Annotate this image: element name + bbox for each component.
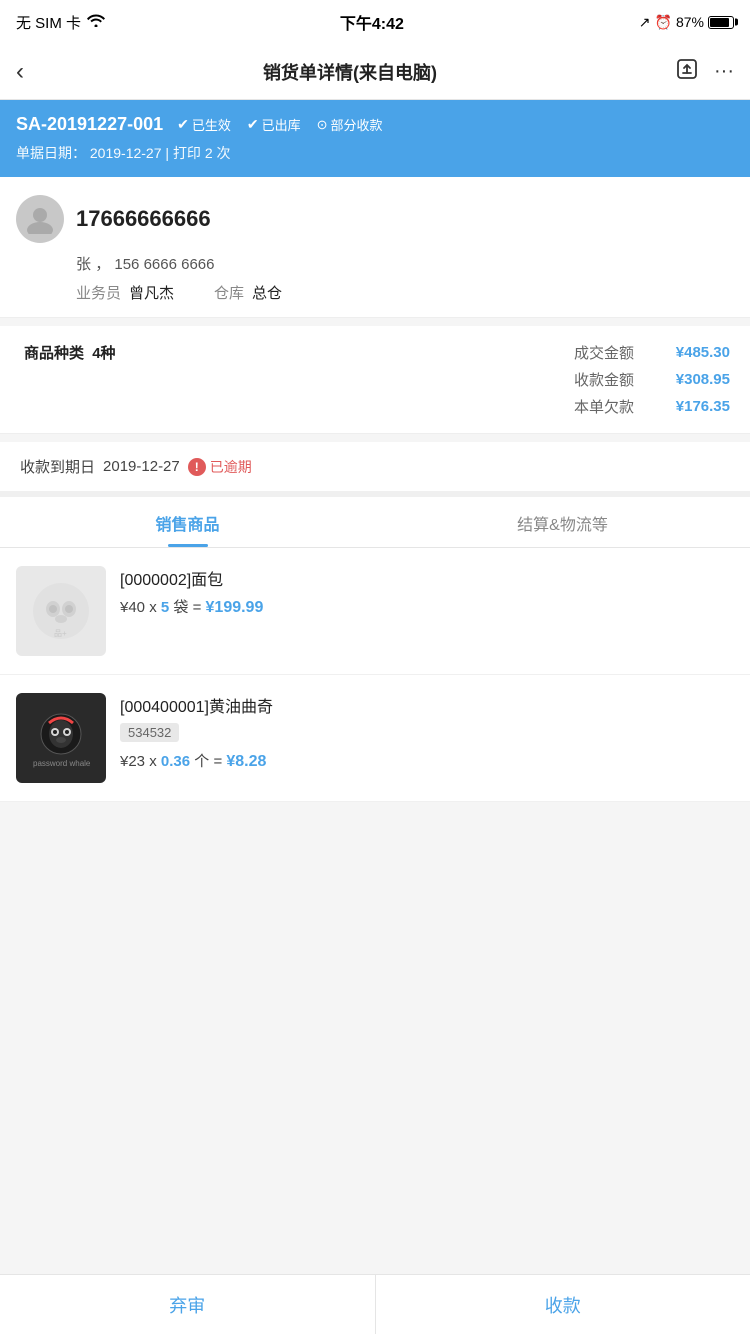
customer-section: 17666666666 张 ， 156 6666 6666 业务员 曾凡杰 仓库… xyxy=(0,177,750,318)
bottom-bar: 弃审 收款 xyxy=(0,1274,750,1334)
overdue-text: 已逾期 xyxy=(210,457,252,477)
tab-products[interactable]: 销售商品 xyxy=(0,497,375,547)
transaction-amount-row: 成交金额 ¥485.30 xyxy=(574,342,730,363)
product-info-2: [000400001]黄油曲奇 534532 ¥23 x 0.36 个 = ¥8… xyxy=(120,693,734,771)
more-button[interactable]: ··· xyxy=(714,60,734,83)
location-icon: ↗ xyxy=(639,14,651,31)
status-shipped: ✔ 已出库 xyxy=(247,115,301,134)
tabs-bar: 销售商品 结算&物流等 xyxy=(0,497,750,548)
svg-text:品+: 品+ xyxy=(54,629,67,638)
warehouse: 仓库 总仓 xyxy=(214,282,282,303)
nav-bar: ‹ 销货单详情(来自电脑) ··· xyxy=(0,44,750,100)
confirm-button[interactable]: 收款 xyxy=(376,1275,750,1334)
order-date-info: 单据日期： 2019-12-27 | 打印 2 次 xyxy=(16,143,734,163)
product-sku-badge: 534532 xyxy=(120,723,179,742)
product-name-2: [000400001]黄油曲奇 xyxy=(120,693,734,717)
list-item: 品+ [0000002]面包 ¥40 x 5 袋 = ¥199.99 xyxy=(0,548,750,675)
avatar xyxy=(16,195,64,243)
product-list: 品+ [0000002]面包 ¥40 x 5 袋 = ¥199.99 xyxy=(0,548,750,802)
cancel-button[interactable]: 弃审 xyxy=(0,1275,376,1334)
product-thumbnail-1: 品+ xyxy=(16,566,106,656)
share-button[interactable] xyxy=(676,58,698,86)
status-partial-paid: ⊙ 部分收款 xyxy=(317,115,383,134)
tab-settlement[interactable]: 结算&物流等 xyxy=(375,497,750,547)
order-id: SA-20191227-001 xyxy=(16,114,163,135)
customer-top: 17666666666 xyxy=(16,195,734,243)
product-price-row-1: ¥40 x 5 袋 = ¥199.99 xyxy=(120,596,734,617)
product-info-1: [0000002]面包 ¥40 x 5 袋 = ¥199.99 xyxy=(120,566,734,617)
customer-meta: 业务员 曾凡杰 仓库 总仓 xyxy=(16,282,734,303)
overdue-dot-icon: ! xyxy=(188,458,206,476)
status-effective: ✔ 已生效 xyxy=(177,115,231,134)
sales-person: 业务员 曾凡杰 xyxy=(76,282,174,303)
status-right: ↗ ⏰ 87% xyxy=(639,14,734,31)
customer-info: 张 ， 156 6666 6666 xyxy=(16,253,734,274)
amount-stats: 成交金额 ¥485.30 收款金额 ¥308.95 本单欠款 ¥176.35 xyxy=(574,342,730,417)
received-amount-row: 收款金额 ¥308.95 xyxy=(574,369,730,390)
page-title: 销货单详情(来自电脑) xyxy=(263,59,437,85)
product-thumbnail-2: password whale xyxy=(16,693,106,783)
status-time: 下午4:42 xyxy=(340,10,404,34)
carrier-label: 无 SIM 卡 xyxy=(16,12,81,33)
due-date-section: 收款到期日 2019-12-27 ! 已逾期 xyxy=(0,442,750,497)
wifi-icon xyxy=(87,13,105,31)
stats-section: 商品种类 4种 成交金额 ¥485.30 收款金额 ¥308.95 本单欠款 ¥… xyxy=(0,326,750,434)
svg-text:password whale: password whale xyxy=(33,759,91,768)
battery-icon xyxy=(708,16,734,29)
product-price-row-2: ¥23 x 0.36 个 = ¥8.28 xyxy=(120,750,734,771)
status-bar: 无 SIM 卡 下午4:42 ↗ ⏰ 87% xyxy=(0,0,750,44)
back-button[interactable]: ‹ xyxy=(16,58,24,86)
alarm-icon: ⏰ xyxy=(655,14,672,31)
order-header: SA-20191227-001 ✔ 已生效 ✔ 已出库 ⊙ 部分收款 单据日期：… xyxy=(0,100,750,177)
overdue-badge: ! 已逾期 xyxy=(188,457,252,477)
nav-actions: ··· xyxy=(676,58,734,86)
debt-amount-row: 本单欠款 ¥176.35 xyxy=(574,396,730,417)
product-name-1: [0000002]面包 xyxy=(120,566,734,590)
due-date-value: 2019-12-27 xyxy=(103,458,180,475)
battery-percent: 87% xyxy=(676,14,704,30)
list-item: password whale [000400001]黄油曲奇 534532 ¥2… xyxy=(0,675,750,802)
customer-account: 17666666666 xyxy=(76,206,211,232)
due-date-label: 收款到期日 xyxy=(20,456,95,477)
status-left: 无 SIM 卡 xyxy=(16,12,105,33)
product-count: 商品种类 4种 xyxy=(20,342,116,363)
